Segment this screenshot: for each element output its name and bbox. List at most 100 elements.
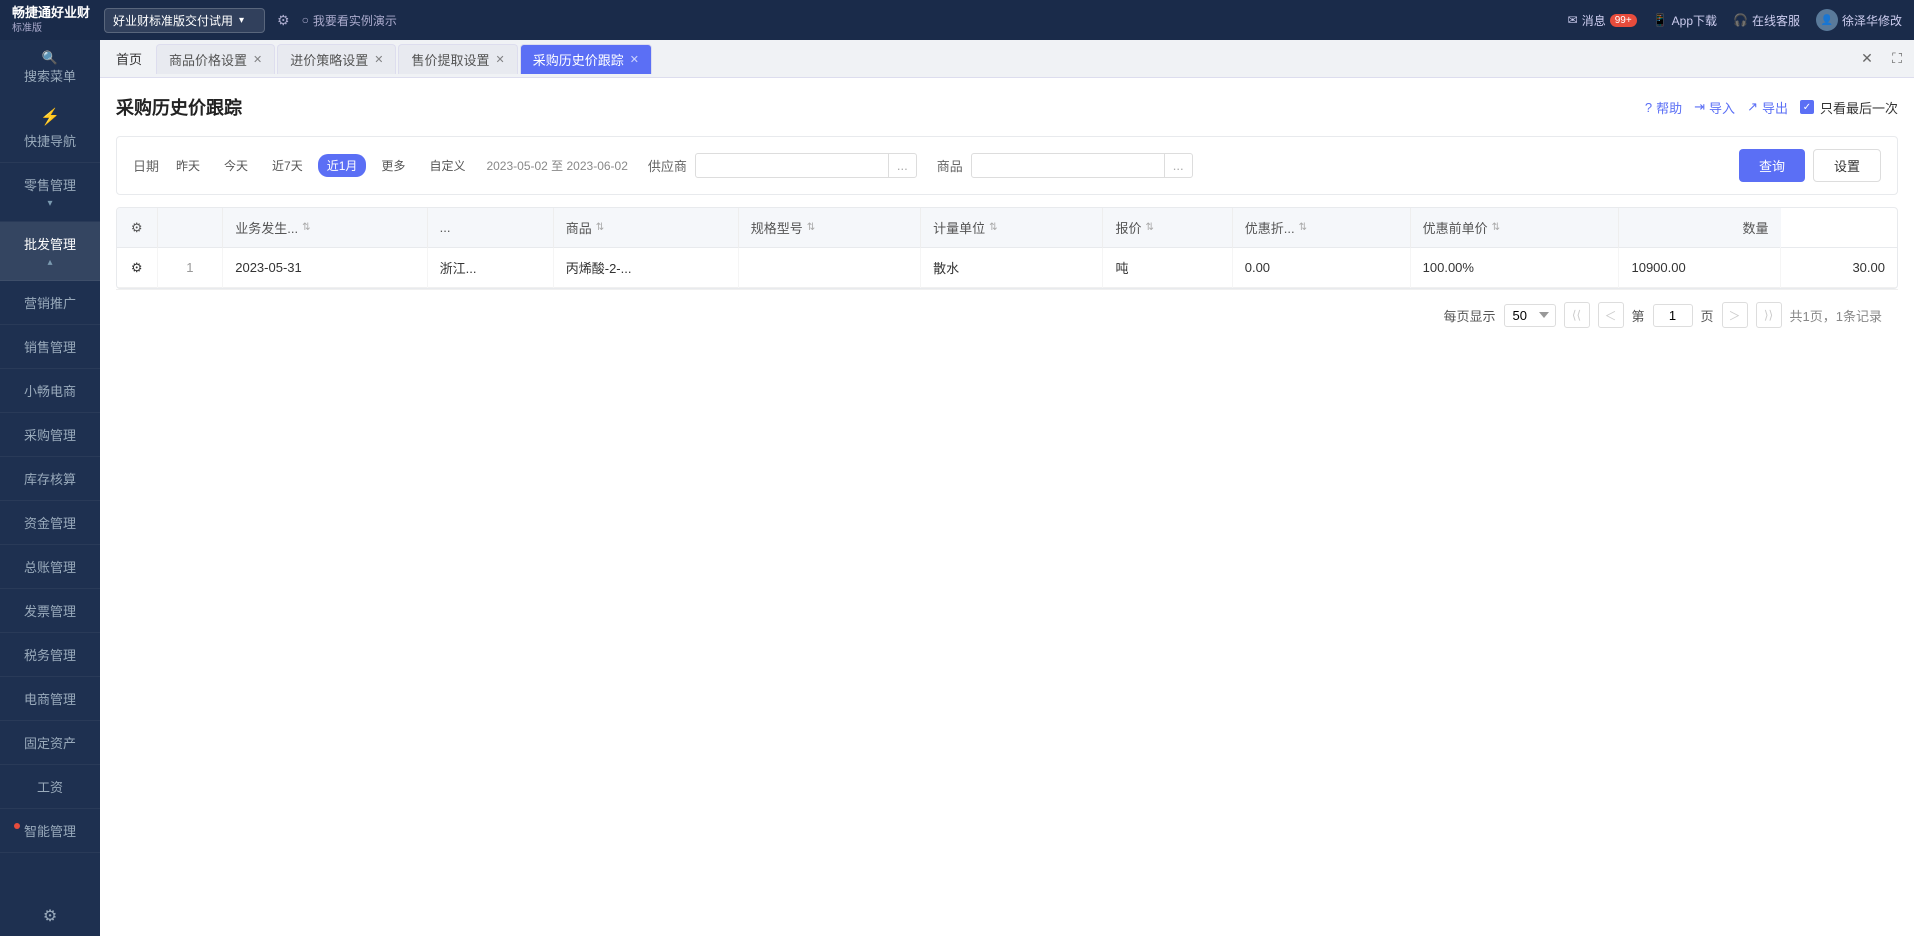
- sidebar-search[interactable]: 🔍 搜索菜单: [0, 40, 100, 95]
- date-btn-1month[interactable]: 近1月: [318, 154, 367, 177]
- sidebar: 🔍 搜索菜单 ⚡ 快捷导航 零售管理 ▾ 批发管理 ▴ 营销推广 销售管理 小畅…: [0, 40, 100, 936]
- sort-icon: ⇅: [1492, 222, 1500, 233]
- tab-sale-price[interactable]: 售价提取设置 ✕: [398, 44, 517, 74]
- avatar: 👤: [1816, 9, 1838, 31]
- date-btn-yesterday[interactable]: 昨天: [167, 154, 209, 177]
- content-area: 首页 商品价格设置 ✕ 进价策略设置 ✕ 售价提取设置 ✕ 采购历史价跟踪 ✕ …: [100, 40, 1914, 936]
- last-only-checkbox-label[interactable]: ✓ 只看最后一次: [1800, 98, 1898, 117]
- sidebar-item-retail[interactable]: 零售管理 ▾: [0, 163, 100, 222]
- sidebar-item-inventory[interactable]: 库存核算: [0, 457, 100, 501]
- tab-purchase-strategy[interactable]: 进价策略设置 ✕: [277, 44, 396, 74]
- tab-bar-expand-btn[interactable]: ⛶: [1884, 46, 1910, 72]
- tab-close-icon[interactable]: ✕: [253, 53, 262, 66]
- version-label: 好业财标准版交付试用: [113, 12, 233, 29]
- product-dots-btn[interactable]: ...: [1164, 154, 1192, 177]
- table-header-dots[interactable]: ...: [427, 208, 553, 248]
- app-download-label: App下载: [1672, 12, 1717, 29]
- date-btn-custom[interactable]: 自定义: [420, 154, 474, 177]
- quick-nav-icon: ⚡: [40, 107, 60, 127]
- supplier-dots-btn[interactable]: ...: [888, 154, 916, 177]
- date-options: 昨天 今天 近7天 近1月 更多 自定义: [167, 154, 474, 177]
- row-gear[interactable]: ⚙: [117, 248, 157, 288]
- retail-label: 零售管理: [24, 175, 76, 194]
- table-header-discount[interactable]: 优惠折... ⇅: [1232, 208, 1410, 248]
- avatar-icon: 👤: [1821, 15, 1833, 26]
- data-table-container: ⚙ 业务发生... ⇅ ...: [116, 207, 1898, 289]
- sidebar-item-invoice[interactable]: 发票管理: [0, 589, 100, 633]
- payroll-label: 工资: [37, 777, 63, 796]
- page-prev-btn[interactable]: ＜: [1598, 302, 1624, 328]
- page-first-btn[interactable]: ⟨⟨: [1564, 302, 1590, 328]
- row-date: 2023-05-31: [223, 248, 427, 288]
- product-filter-group: 商品 ...: [937, 153, 1193, 178]
- user-area[interactable]: 👤 徐泽华修改: [1816, 9, 1902, 31]
- chevron-down-icon: ▾: [239, 15, 244, 26]
- page-title-bar: 采购历史价跟踪 ? 帮助 ⇥ 导入 ↗ 导出 ✓: [116, 94, 1898, 120]
- sidebar-item-marketing[interactable]: 营销推广: [0, 281, 100, 325]
- table-header-original-price[interactable]: 优惠前单价 ⇅: [1410, 208, 1619, 248]
- supplier-input-wrap: ...: [695, 153, 917, 178]
- online-service-item[interactable]: 🎧 在线客服: [1733, 12, 1800, 29]
- supplier-input[interactable]: [696, 154, 888, 177]
- page-input[interactable]: [1653, 304, 1693, 327]
- sidebar-item-wholesale[interactable]: 批发管理 ▴: [0, 222, 100, 281]
- query-button[interactable]: 查询: [1739, 149, 1805, 182]
- tab-purchase-history[interactable]: 采购历史价跟踪 ✕: [520, 44, 652, 74]
- tab-close-icon[interactable]: ✕: [496, 53, 505, 66]
- page-next-btn[interactable]: ＞: [1722, 302, 1748, 328]
- date-btn-more[interactable]: 更多: [372, 154, 414, 177]
- sidebar-item-fixed-assets[interactable]: 固定资产: [0, 721, 100, 765]
- table-header-spec[interactable]: 规格型号 ⇅: [738, 208, 920, 248]
- tab-close-icon[interactable]: ✕: [374, 53, 383, 66]
- table-header-row: ⚙ 业务发生... ⇅ ...: [117, 208, 1897, 248]
- table-header-quantity[interactable]: 数量: [1619, 208, 1781, 248]
- sidebar-settings-btn[interactable]: ⚙: [0, 896, 100, 936]
- version-selector[interactable]: 好业财标准版交付试用 ▾: [104, 8, 265, 33]
- sidebar-item-general-ledger[interactable]: 总账管理: [0, 545, 100, 589]
- sidebar-item-small-ecommerce[interactable]: 小畅电商: [0, 369, 100, 413]
- settings-icon[interactable]: ⚙: [277, 12, 290, 29]
- message-badge: 99+: [1610, 14, 1637, 27]
- page-size-label: 每页显示: [1443, 306, 1495, 325]
- sidebar-item-finance[interactable]: 资金管理: [0, 501, 100, 545]
- date-btn-7days[interactable]: 近7天: [263, 154, 312, 177]
- table-header-price[interactable]: 报价 ⇅: [1103, 208, 1232, 248]
- tab-bar-close-btn[interactable]: ✕: [1854, 46, 1880, 72]
- table-header-date[interactable]: 业务发生... ⇅: [223, 208, 427, 248]
- sidebar-item-purchase[interactable]: 采购管理: [0, 413, 100, 457]
- smart-label: 智能管理: [24, 821, 76, 840]
- sidebar-item-ecommerce[interactable]: 电商管理: [0, 677, 100, 721]
- help-link[interactable]: ? 帮助: [1645, 98, 1682, 117]
- app-download-item[interactable]: 📱 App下载: [1653, 12, 1717, 29]
- demo-link[interactable]: ○ 我要看实例演示: [302, 12, 397, 29]
- tab-close-icon[interactable]: ✕: [630, 53, 639, 66]
- page-last-btn[interactable]: ⟩⟩: [1756, 302, 1782, 328]
- sidebar-item-payroll[interactable]: 工资: [0, 765, 100, 809]
- product-input[interactable]: [972, 154, 1164, 177]
- ecommerce-label: 电商管理: [24, 689, 76, 708]
- table-header-product[interactable]: 商品 ⇅: [553, 208, 738, 248]
- page-title: 采购历史价跟踪: [116, 94, 242, 120]
- table-header-unit[interactable]: 计量单位 ⇅: [921, 208, 1103, 248]
- tab-price-settings[interactable]: 商品价格设置 ✕: [156, 44, 275, 74]
- sidebar-item-smart[interactable]: 智能管理: [0, 809, 100, 853]
- tab-sale-price-label: 售价提取设置: [411, 50, 489, 69]
- sidebar-item-tax[interactable]: 税务管理: [0, 633, 100, 677]
- import-link[interactable]: ⇥ 导入: [1694, 98, 1735, 117]
- settings-button[interactable]: 设置: [1813, 149, 1881, 182]
- expand-arrow-icon: ▾: [47, 198, 52, 209]
- demo-icon: ○: [302, 13, 309, 27]
- app-download-icon: 📱: [1653, 13, 1668, 27]
- date-filter-group: 日期 昨天 今天 近7天 近1月 更多 自定义 2023-05-02 至 202…: [133, 154, 628, 177]
- logo-title: 畅捷通好业财: [12, 5, 90, 22]
- date-btn-today[interactable]: 今天: [215, 154, 257, 177]
- help-icon: ?: [1645, 100, 1652, 115]
- export-link[interactable]: ↗ 导出: [1747, 98, 1788, 117]
- table-header-gear[interactable]: ⚙: [117, 208, 157, 248]
- sidebar-item-sales[interactable]: 销售管理: [0, 325, 100, 369]
- tab-home[interactable]: 首页: [104, 44, 154, 74]
- sidebar-item-quick-nav[interactable]: ⚡ 快捷导航: [0, 95, 100, 163]
- message-item[interactable]: ✉ 消息 99+: [1568, 12, 1637, 29]
- page-size-select[interactable]: 10 20 50 100: [1504, 304, 1556, 327]
- sort-icon: ⇅: [1145, 222, 1153, 233]
